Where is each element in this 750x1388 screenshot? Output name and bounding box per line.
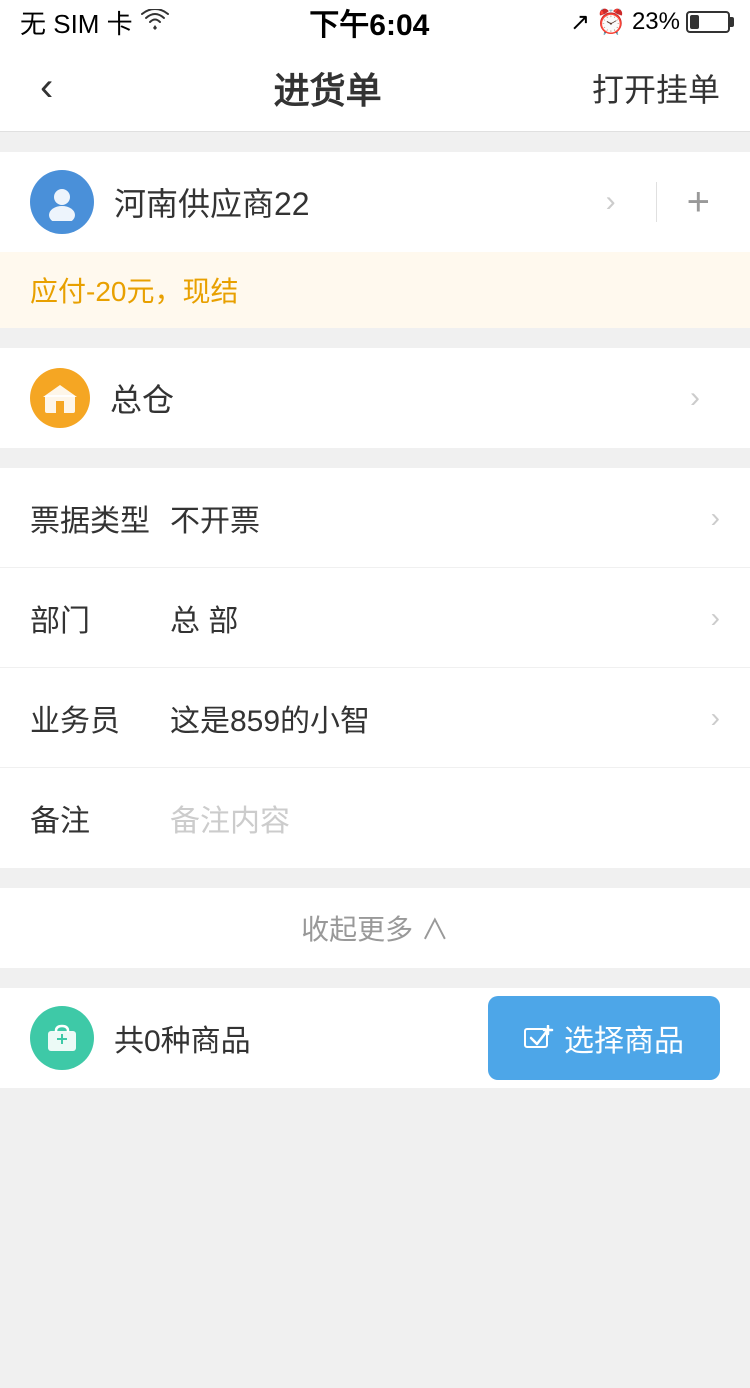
open-pending-button[interactable]: 打开挂单 [592, 65, 720, 111]
add-supplier-button[interactable]: + [677, 180, 720, 225]
warehouse-section[interactable]: 总仓 › [0, 348, 750, 448]
warehouse-name: 总仓 [110, 375, 690, 421]
invoice-value: 不开票 [170, 496, 711, 540]
dept-value: 总 部 [170, 596, 711, 640]
wifi-icon [141, 7, 169, 38]
warehouse-icon [30, 368, 90, 428]
supplier-name: 河南供应商22 [114, 179, 606, 225]
notice-bar: 应付-20元，现结 [0, 252, 750, 328]
invoice-label: 票据类型 [30, 496, 170, 540]
salesperson-row[interactable]: 业务员 这是859的小智 › [0, 668, 750, 768]
salesperson-value: 这是859的小智 [170, 696, 711, 740]
remark-row[interactable]: 备注 备注内容 [0, 768, 750, 868]
remark-label: 备注 [30, 796, 170, 840]
dept-row[interactable]: 部门 总 部 › [0, 568, 750, 668]
status-time: 下午6:04 [309, 0, 429, 44]
notice-text: 应付-20元，现结 [30, 276, 238, 307]
invoice-row[interactable]: 票据类型 不开票 › [0, 468, 750, 568]
bottom-section: 共0种商品 选择商品 [0, 988, 750, 1088]
supplier-chevron-icon: › [606, 185, 616, 219]
salesperson-label: 业务员 [30, 696, 170, 740]
alarm-icon: ⏰ [596, 8, 626, 37]
status-indicators: ↗ ⏰ 23% [570, 8, 730, 37]
remark-input[interactable]: 备注内容 [170, 796, 720, 840]
battery-icon [686, 11, 730, 33]
collapse-label[interactable]: 收起更多 ∧ [301, 908, 449, 948]
supplier-section[interactable]: 河南供应商22 › + [0, 152, 750, 252]
dept-chevron-icon: › [711, 602, 720, 634]
status-bar: 无 SIM 卡 下午6:04 ↗ ⏰ 23% [0, 0, 750, 44]
vertical-divider [656, 182, 657, 222]
salesperson-chevron-icon: › [711, 702, 720, 734]
product-icon [30, 1006, 94, 1070]
nav-bar: ‹ 进货单 打开挂单 [0, 44, 750, 132]
back-button[interactable]: ‹ [30, 55, 63, 120]
page-rest [0, 1088, 750, 1388]
gap-1 [0, 132, 750, 152]
page-title: 进货单 [274, 62, 382, 114]
select-product-label: 选择商品 [564, 1016, 684, 1060]
product-count-text: 共0种商品 [114, 1016, 488, 1060]
form-section: 票据类型 不开票 › 部门 总 部 › 业务员 这是859的小智 › 备注 备注… [0, 468, 750, 868]
warehouse-chevron-icon: › [690, 381, 700, 415]
dept-label: 部门 [30, 596, 170, 640]
invoice-chevron-icon: › [711, 502, 720, 534]
status-carrier: 无 SIM 卡 [20, 4, 169, 41]
collapse-section[interactable]: 收起更多 ∧ [0, 888, 750, 968]
select-product-button[interactable]: 选择商品 [488, 996, 720, 1080]
supplier-avatar [30, 170, 94, 234]
carrier-text: 无 SIM 卡 [20, 4, 133, 41]
battery-percent: 23% [632, 8, 680, 36]
location-icon: ↗ [570, 8, 590, 37]
